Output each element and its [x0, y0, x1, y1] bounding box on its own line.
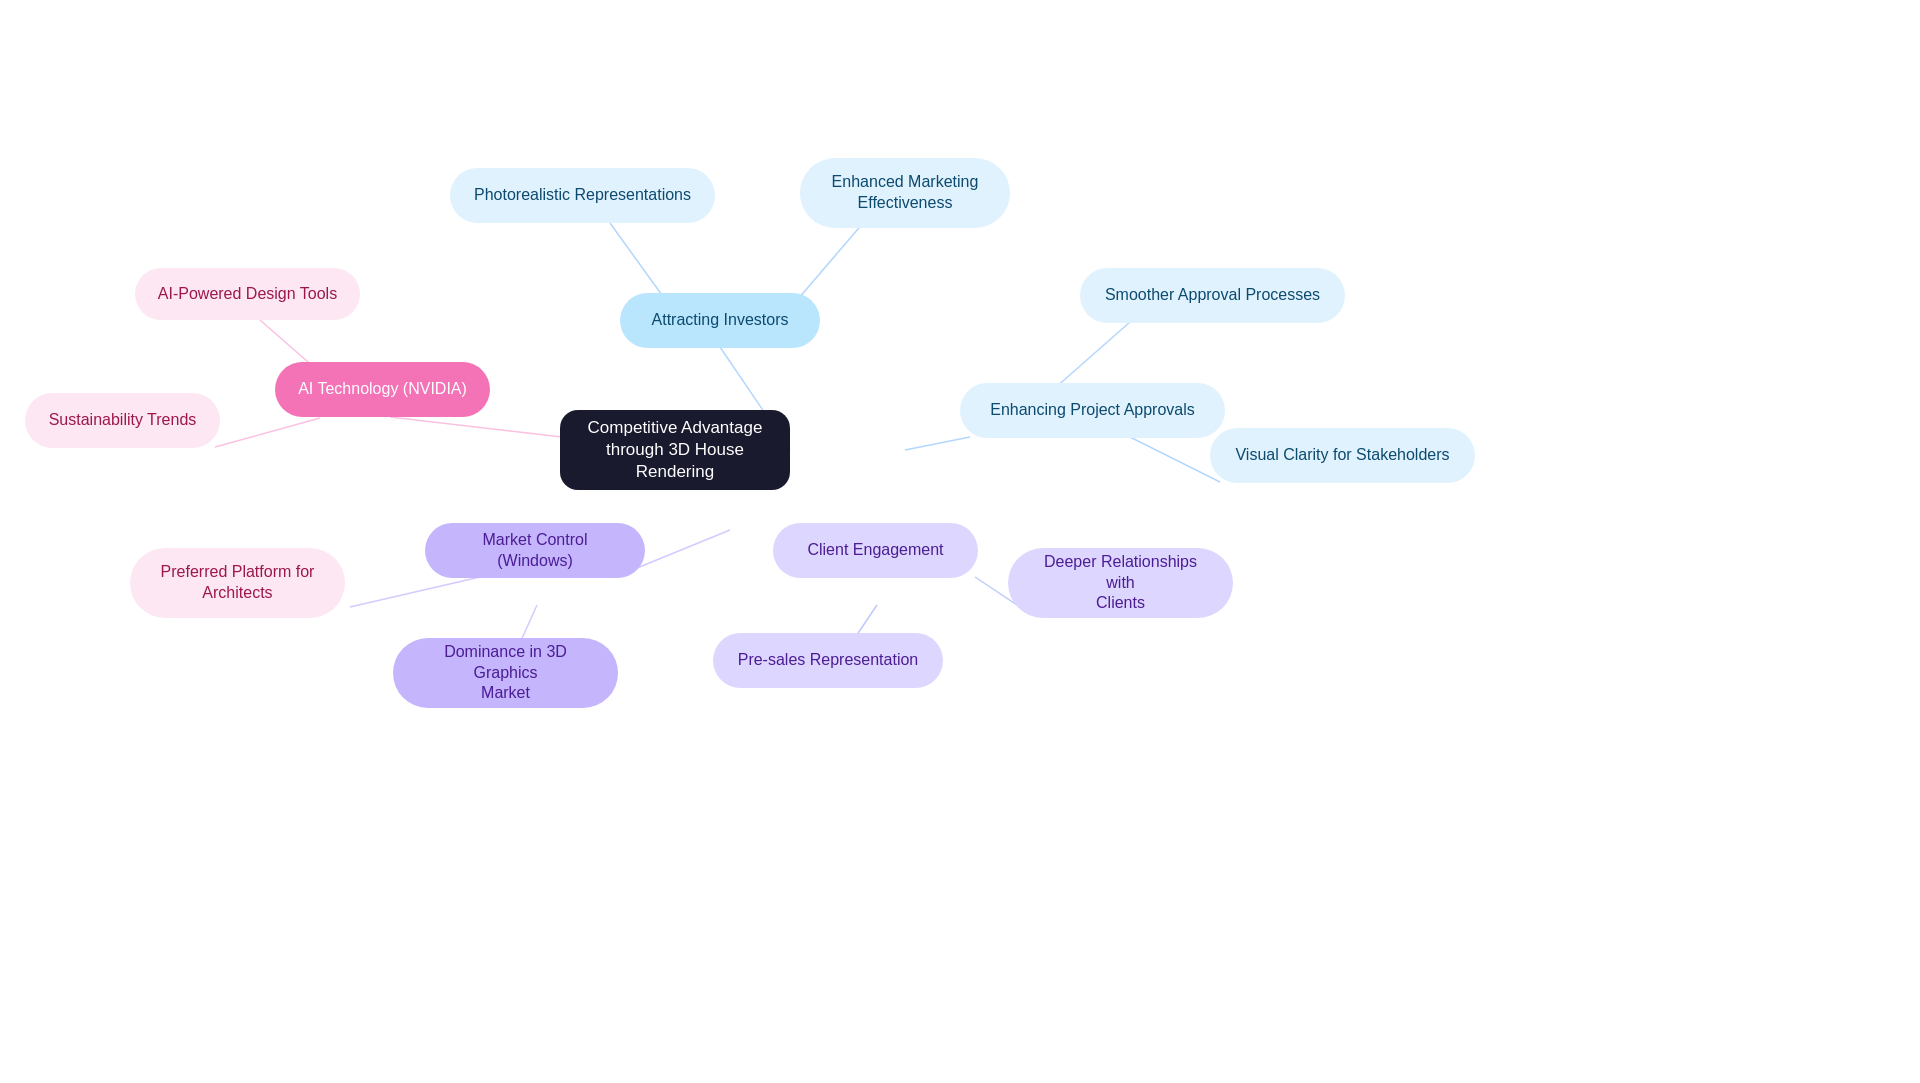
photorealistic-label: Photorealistic Representations: [474, 185, 691, 206]
enhanced-marketing-node[interactable]: Enhanced Marketing Effectiveness: [800, 158, 1010, 228]
svg-line-8: [1130, 437, 1220, 482]
svg-line-5: [215, 418, 320, 447]
enhancing-approvals-node[interactable]: Enhancing Project Approvals: [960, 383, 1225, 438]
ai-technology-label: AI Technology (NVIDIA): [298, 379, 467, 400]
preferred-platform-label: Preferred Platform for Architects: [161, 562, 315, 604]
visual-clarity-node[interactable]: Visual Clarity for Stakeholders: [1210, 428, 1475, 483]
enhancing-approvals-label: Enhancing Project Approvals: [990, 400, 1195, 421]
client-engagement-node[interactable]: Client Engagement: [773, 523, 978, 578]
svg-line-10: [350, 577, 480, 607]
center-node[interactable]: Competitive Advantage through 3D House R…: [560, 410, 790, 490]
smoother-approval-label: Smoother Approval Processes: [1105, 285, 1320, 306]
market-control-node[interactable]: Market Control (Windows): [425, 523, 645, 578]
client-engagement-label: Client Engagement: [807, 540, 943, 561]
svg-line-6: [905, 437, 970, 450]
attracting-investors-label: Attracting Investors: [652, 310, 789, 331]
preferred-platform-node[interactable]: Preferred Platform for Architects: [130, 548, 345, 618]
market-control-label: Market Control (Windows): [447, 530, 623, 572]
center-label: Competitive Advantage through 3D House R…: [582, 417, 768, 483]
visual-clarity-label: Visual Clarity for Stakeholders: [1235, 445, 1449, 466]
deeper-relationships-label: Deeper Relationships with Clients: [1030, 552, 1211, 614]
attracting-investors-node[interactable]: Attracting Investors: [620, 293, 820, 348]
pre-sales-node[interactable]: Pre-sales Representation: [713, 633, 943, 688]
enhanced-marketing-label: Enhanced Marketing Effectiveness: [832, 172, 979, 214]
pre-sales-label: Pre-sales Representation: [738, 650, 919, 671]
smoother-approval-node[interactable]: Smoother Approval Processes: [1080, 268, 1345, 323]
ai-powered-node[interactable]: AI-Powered Design Tools: [135, 268, 360, 320]
sustainability-trends-node[interactable]: Sustainability Trends: [25, 393, 220, 448]
ai-powered-label: AI-Powered Design Tools: [158, 284, 337, 305]
sustainability-trends-label: Sustainability Trends: [49, 410, 197, 431]
dominance-3d-label: Dominance in 3D Graphics Market: [415, 642, 596, 704]
deeper-relationships-node[interactable]: Deeper Relationships with Clients: [1008, 548, 1233, 618]
photorealistic-node[interactable]: Photorealistic Representations: [450, 168, 715, 223]
dominance-3d-node[interactable]: Dominance in 3D Graphics Market: [393, 638, 618, 708]
ai-technology-node[interactable]: AI Technology (NVIDIA): [275, 362, 490, 417]
